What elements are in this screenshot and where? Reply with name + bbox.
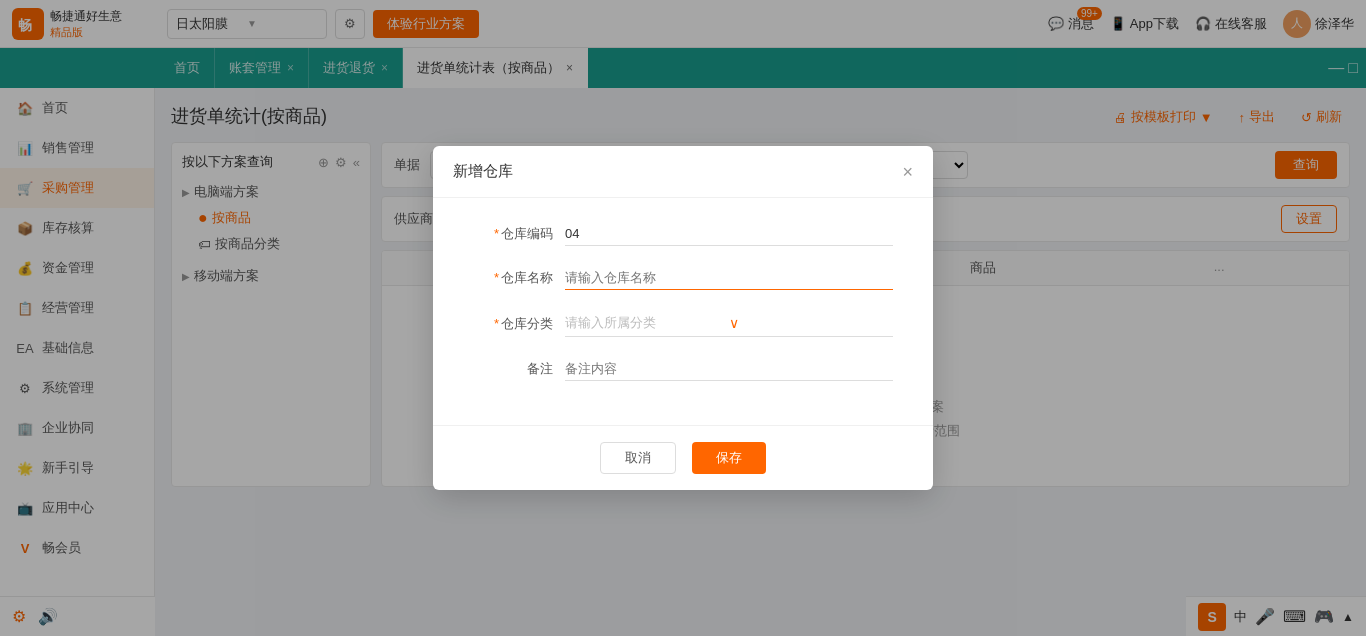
modal-title: 新增仓库 xyxy=(453,162,513,181)
form-row-name: 仓库名称 xyxy=(473,266,893,290)
category-label: 仓库分类 xyxy=(473,315,553,333)
modal-body: 仓库编码 仓库名称 仓库分类 请输入所属分类 ∨ xyxy=(433,198,933,425)
category-field: 请输入所属分类 ∨ xyxy=(565,310,893,337)
cancel-button[interactable]: 取消 xyxy=(600,442,676,474)
form-row-code: 仓库编码 xyxy=(473,222,893,246)
name-label: 仓库名称 xyxy=(473,269,553,287)
category-placeholder: 请输入所属分类 xyxy=(565,314,729,332)
name-field xyxy=(565,266,893,290)
modal-header: 新增仓库 × xyxy=(433,146,933,198)
note-input[interactable] xyxy=(565,357,893,381)
save-button[interactable]: 保存 xyxy=(692,442,766,474)
name-input[interactable] xyxy=(565,266,893,290)
modal-close-button[interactable]: × xyxy=(902,163,913,181)
note-field xyxy=(565,357,893,381)
code-label: 仓库编码 xyxy=(473,225,553,243)
modal-overlay: 新增仓库 × 仓库编码 仓库名称 仓库分类 xyxy=(0,0,1366,636)
code-input[interactable] xyxy=(565,222,893,246)
code-field xyxy=(565,222,893,246)
modal-footer: 取消 保存 xyxy=(433,425,933,490)
add-warehouse-modal: 新增仓库 × 仓库编码 仓库名称 仓库分类 xyxy=(433,146,933,490)
note-label: 备注 xyxy=(473,360,553,378)
form-row-category: 仓库分类 请输入所属分类 ∨ xyxy=(473,310,893,337)
category-select[interactable]: 请输入所属分类 ∨ xyxy=(565,310,893,337)
form-row-note: 备注 xyxy=(473,357,893,381)
category-dropdown-arrow: ∨ xyxy=(729,315,893,331)
